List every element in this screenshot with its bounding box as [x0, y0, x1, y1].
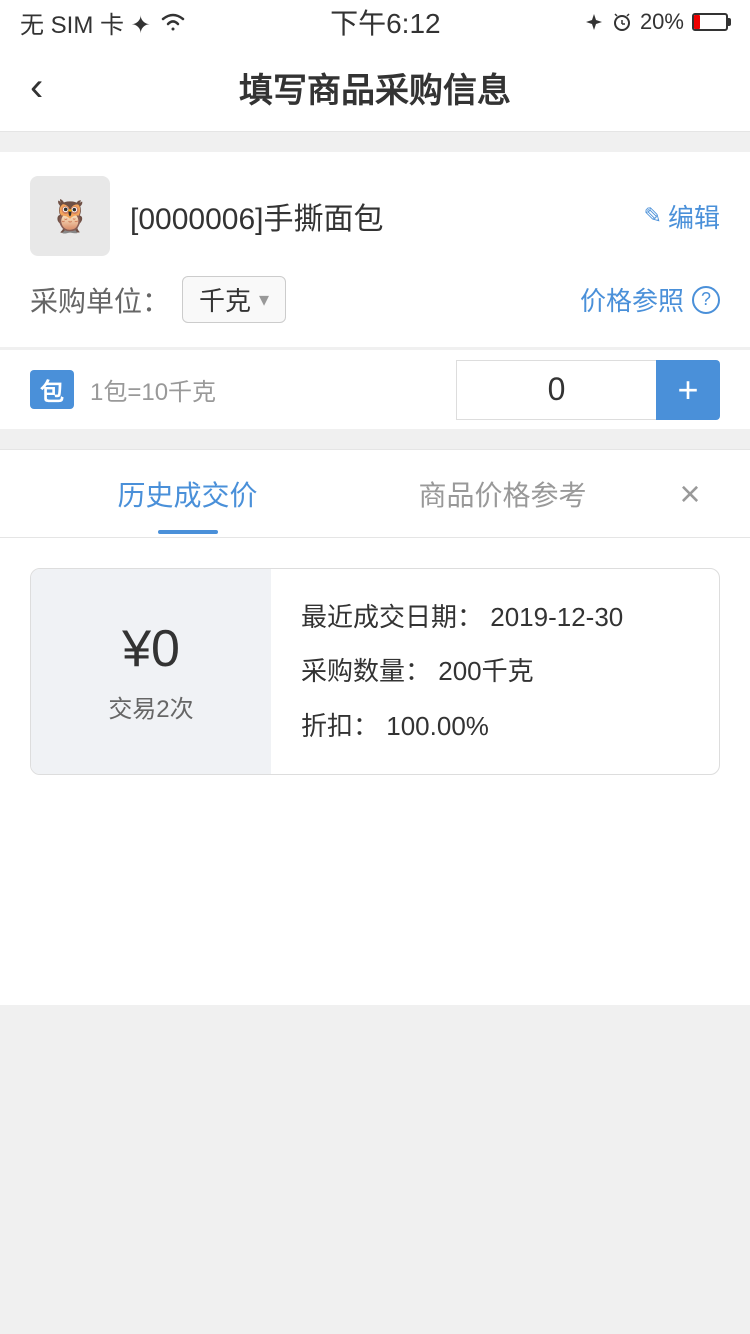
- price-panel: ¥0 交易2次: [31, 569, 271, 774]
- product-unit-row: 采购单位： 千克 ▾ 价格参照 ?: [30, 276, 720, 323]
- purchase-qty-row: 采购数量： 200千克: [301, 653, 689, 689]
- price-value: ¥0: [122, 619, 180, 679]
- yen-sign: ¥: [122, 620, 151, 678]
- alarm-icon: [612, 12, 632, 32]
- sim-status: 无 SIM 卡 ✦: [20, 5, 151, 40]
- plus-button[interactable]: +: [656, 360, 720, 420]
- quantity-input[interactable]: [456, 360, 656, 420]
- discount-label: 折扣：: [301, 711, 379, 741]
- nav-bar: ‹ 填写商品采购信息: [0, 44, 750, 132]
- conversion-text: 1包=10千克: [90, 372, 216, 407]
- purchase-qty-value: 200千克: [438, 656, 533, 686]
- tab-bar: 历史成交价 商品价格参考 ×: [0, 450, 750, 538]
- tab-history-price[interactable]: 历史成交价: [30, 454, 345, 534]
- unit-select[interactable]: 千克 ▾: [182, 276, 286, 323]
- unit-label: 采购单位： 千克 ▾: [30, 276, 286, 323]
- edit-button[interactable]: ✎ 编辑: [644, 198, 720, 235]
- product-name: [0000006]手撕面包: [130, 194, 383, 238]
- status-bar: 无 SIM 卡 ✦ 下午6:12 20%: [0, 0, 750, 44]
- location-icon: [584, 12, 604, 32]
- price-ref-button[interactable]: 价格参照 ?: [580, 281, 720, 318]
- tab-section: 历史成交价 商品价格参考 × ¥0 交易2次 最近成交日期： 2019-12-3…: [0, 449, 750, 805]
- product-header: 🦉 [0000006]手撕面包 ✎ 编辑: [30, 176, 720, 256]
- price-ref-label: 价格参照: [580, 281, 684, 318]
- edit-icon: ✎: [644, 203, 662, 229]
- battery-icon: [692, 13, 730, 31]
- recent-date-label: 最近成交日期：: [301, 602, 483, 632]
- unit-label-text: 采购单位：: [30, 280, 170, 320]
- tab-history-label: 历史成交价: [117, 480, 257, 511]
- product-left: 🦉 [0000006]手撕面包: [30, 176, 383, 256]
- trade-count: 交易2次: [108, 689, 193, 724]
- history-card: ¥0 交易2次 最近成交日期： 2019-12-30 采购数量： 200千克 折…: [30, 568, 720, 775]
- edit-label: 编辑: [668, 198, 720, 235]
- quantity-section: 包 1包=10千克 +: [0, 349, 750, 429]
- history-content: ¥0 交易2次 最近成交日期： 2019-12-30 采购数量： 200千克 折…: [0, 538, 750, 805]
- tab-price-ref-label: 商品价格参考: [418, 480, 586, 511]
- status-left: 无 SIM 卡 ✦: [20, 5, 187, 40]
- tab-price-ref[interactable]: 商品价格参考: [345, 454, 660, 534]
- back-button[interactable]: ‹: [30, 55, 63, 120]
- discount-row: 折扣： 100.00%: [301, 708, 689, 744]
- chevron-down-icon: ▾: [259, 287, 269, 312]
- recent-date-value: 2019-12-30: [490, 602, 623, 632]
- purchase-qty-label: 采购数量：: [301, 656, 431, 686]
- wifi-icon: [159, 11, 187, 33]
- detail-panel: 最近成交日期： 2019-12-30 采购数量： 200千克 折扣： 100.0…: [271, 569, 719, 774]
- bottom-fill: [0, 805, 750, 1005]
- status-right: 20%: [584, 9, 730, 35]
- product-thumbnail: 🦉: [30, 176, 110, 256]
- product-card: 🦉 [0000006]手撕面包 ✎ 编辑 采购单位： 千克 ▾ 价格参照 ?: [0, 152, 750, 347]
- tab-close-button[interactable]: ×: [660, 464, 720, 524]
- close-icon: ×: [679, 473, 700, 515]
- discount-value: 100.00%: [386, 711, 489, 741]
- recent-date-row: 最近成交日期： 2019-12-30: [301, 599, 689, 635]
- bao-badge: 包: [30, 370, 74, 409]
- owl-icon: 🦉: [50, 197, 90, 235]
- quantity-label: 包 1包=10千克: [30, 370, 216, 409]
- price-number: 0: [151, 620, 180, 678]
- battery-percent: 20%: [640, 9, 684, 35]
- page-title: 填写商品采购信息: [239, 63, 511, 112]
- unit-value: 千克: [199, 281, 251, 318]
- status-time: 下午6:12: [330, 2, 441, 42]
- quantity-input-group: +: [456, 360, 720, 420]
- info-icon: ?: [692, 286, 720, 314]
